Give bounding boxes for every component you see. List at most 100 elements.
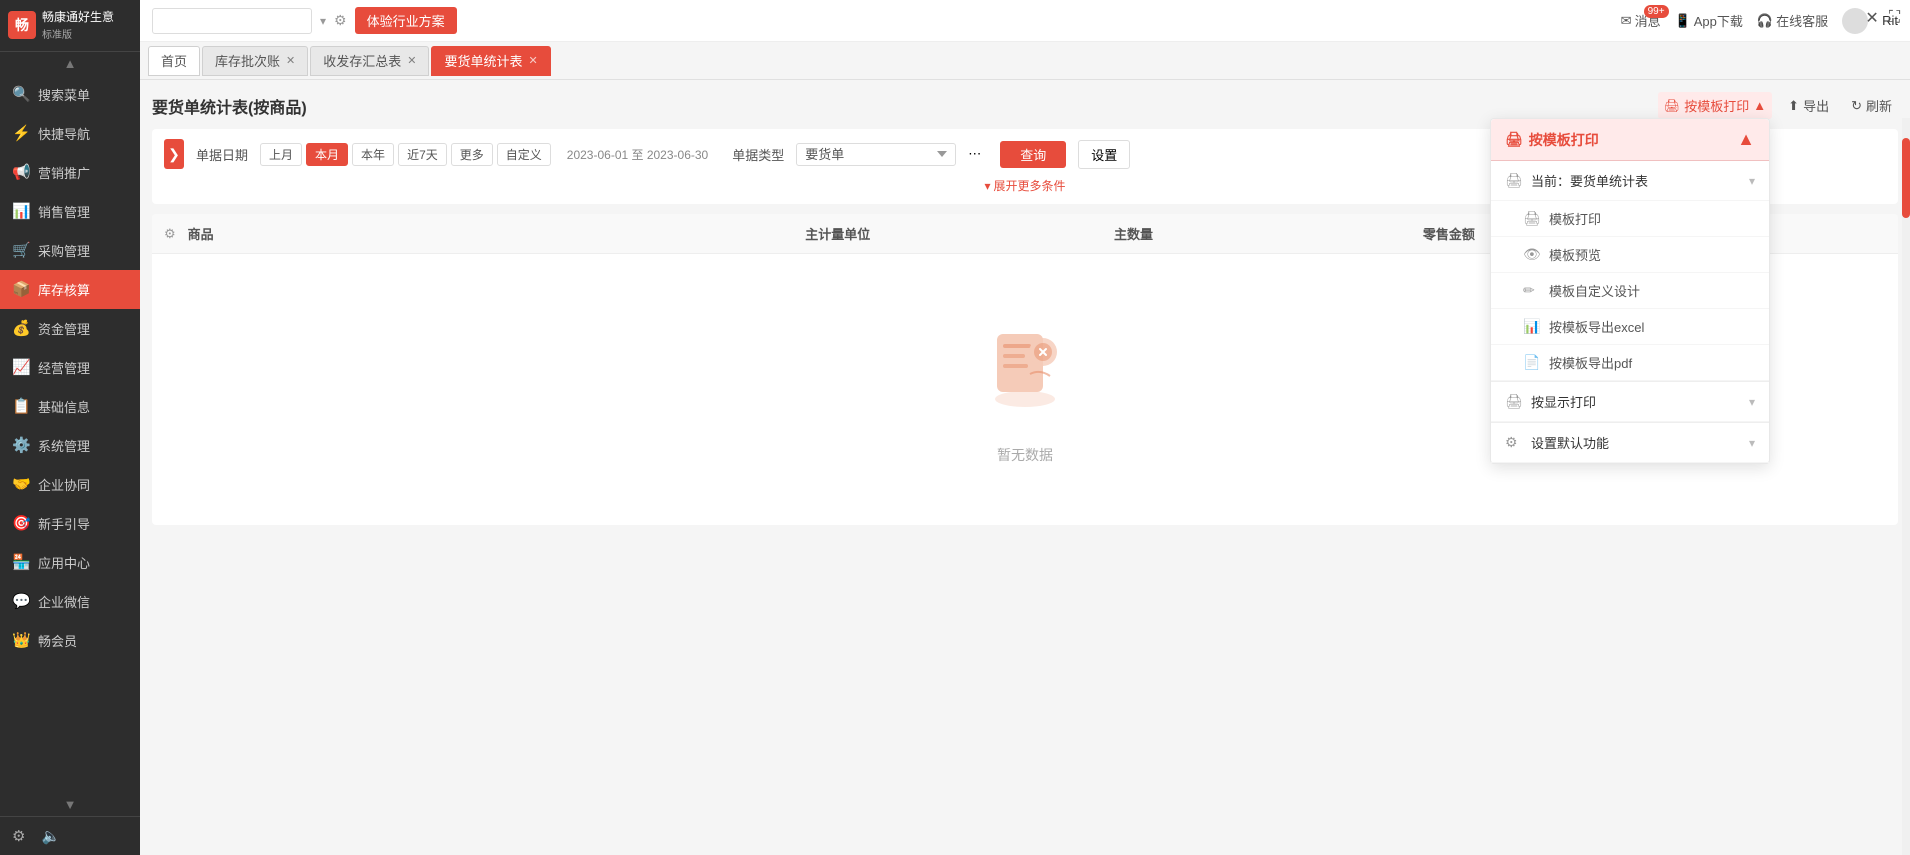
current-template-chevron: ▾ [1749, 174, 1755, 188]
sidebar-item-5[interactable]: 📦库存核算 [0, 270, 140, 309]
sidebar-icon-3: 📊 [12, 202, 30, 220]
sidebar-item-3[interactable]: 📊销售管理 [0, 192, 140, 231]
date-btn-last-month[interactable]: 上月 [260, 143, 302, 166]
date-btn-custom[interactable]: 自定义 [497, 143, 551, 166]
template-design-icon: ✏ [1523, 282, 1539, 299]
sidebar-item-2[interactable]: 📢营销推广 [0, 153, 140, 192]
app-download-btn[interactable]: 📱 App下载 [1675, 11, 1743, 30]
sidebar-label-4: 采购管理 [38, 241, 90, 260]
dropdown-close-btn[interactable]: ▲ [1737, 129, 1755, 150]
filter-collapse-btn[interactable]: ❯ [164, 139, 184, 169]
sidebar-item-6[interactable]: 💰资金管理 [0, 309, 140, 348]
page-actions: 🖨 按模板打印 ▲ ⬆ 导出 ↻ 刷新 [1658, 92, 1898, 119]
sidebar-item-7[interactable]: 📈经营管理 [0, 348, 140, 387]
tab-order-stats-label: 要货单统计表 [444, 51, 522, 70]
sidebar-item-1[interactable]: ⚡快捷导航 [0, 114, 140, 153]
sidebar-item-12[interactable]: 🏪应用中心 [0, 543, 140, 582]
refresh-btn[interactable]: ↻ 刷新 [1845, 92, 1898, 119]
table-settings-icon[interactable]: ⚙ [164, 226, 176, 242]
display-print-chevron: ▾ [1749, 395, 1755, 409]
topbar-gear-icon[interactable]: ⚙ [334, 12, 347, 29]
sidebar-label-12: 应用中心 [38, 553, 90, 572]
date-btn-this-year[interactable]: 本年 [352, 143, 394, 166]
sidebar-bottom: ⚙ 🔈 [0, 816, 140, 855]
dropdown-item-print[interactable]: 🖨 模板打印 [1491, 201, 1769, 237]
date-btn-more[interactable]: 更多 [451, 143, 493, 166]
dropdown-item-excel[interactable]: 📊 按模板导出excel [1491, 309, 1769, 345]
experience-btn[interactable]: 体验行业方案 [355, 7, 457, 34]
page-content: 要货单统计表(按商品) 🖨 按模板打印 ▲ ⬆ 导出 ↻ 刷新 [140, 80, 1910, 855]
dropdown-current-label: 当前：要货单统计表 [1531, 171, 1739, 190]
date-btn-7days[interactable]: 近7天 [398, 143, 447, 166]
sidebar-icon-6: 💰 [12, 319, 30, 337]
search-chevron-icon[interactable]: ▾ [320, 14, 326, 28]
col-header-unit: 主计量单位 [805, 224, 1114, 243]
tab-inventory-batch[interactable]: 库存批次账 ✕ [202, 46, 308, 76]
type-select[interactable]: 要货单 [796, 143, 956, 166]
sidebar-item-8[interactable]: 📋基础信息 [0, 387, 140, 426]
expand-more-btn[interactable]: ▾ 展开更多条件 [984, 177, 1065, 194]
page-header: 要货单统计表(按商品) 🖨 按模板打印 ▲ ⬆ 导出 ↻ 刷新 [152, 92, 1898, 119]
sidebar-item-10[interactable]: 🤝企业协同 [0, 465, 140, 504]
sidebar-icon-10: 🤝 [12, 475, 30, 493]
sidebar-icon-9: ⚙️ [12, 436, 30, 454]
template-excel-icon: 📊 [1523, 318, 1539, 335]
audio-icon[interactable]: 🔈 [41, 827, 60, 845]
dropdown-item-design[interactable]: ✏ 模板自定义设计 [1491, 273, 1769, 309]
query-btn[interactable]: 查询 [1000, 141, 1066, 168]
col-header-qty: 主数量 [1114, 224, 1423, 243]
message-badge: 99+ [1644, 5, 1669, 18]
tab-receipt-summary-close[interactable]: ✕ [407, 54, 416, 67]
sidebar-icon-11: 🎯 [12, 514, 30, 532]
dropdown-item-current[interactable]: 🖨 当前：要货单统计表 ▾ [1491, 161, 1769, 201]
template-print-icon: 🖨 [1523, 210, 1539, 227]
window-close-btn[interactable]: ✕ [1865, 8, 1878, 28]
main-area: ▾ ⚙ 体验行业方案 ✉ 消息 99+ 📱 App下载 🎧 在线客服 Rit 首… [140, 0, 1910, 855]
settings-filter-btn[interactable]: 设置 [1078, 140, 1130, 169]
sidebar-item-4[interactable]: 🛒采购管理 [0, 231, 140, 270]
window-maximize-btn[interactable]: ⛶ [1889, 9, 1900, 27]
message-btn[interactable]: ✉ 消息 99+ [1621, 11, 1661, 30]
refresh-label: 刷新 [1866, 96, 1892, 115]
sidebar-item-11[interactable]: 🎯新手引导 [0, 504, 140, 543]
tab-order-stats[interactable]: 要货单统计表 ✕ [431, 46, 550, 76]
dropdown-item-preview[interactable]: 👁 模板预览 [1491, 237, 1769, 273]
online-service-btn[interactable]: 🎧 在线客服 [1757, 11, 1828, 30]
app-download-icon: 📱 [1675, 13, 1691, 29]
sidebar-item-0[interactable]: 🔍搜索菜单 [0, 75, 140, 114]
date-btn-this-month[interactable]: 本月 [306, 143, 348, 166]
sidebar-icon-13: 💬 [12, 592, 30, 610]
sidebar-item-9[interactable]: ⚙️ 系统管理 [0, 426, 140, 465]
sidebar-item-14[interactable]: 👑 畅会员 [0, 621, 140, 660]
settings-icon[interactable]: ⚙ [12, 827, 25, 845]
dropdown-item-default[interactable]: ⚙ 设置默认功能 ▾ [1491, 423, 1769, 463]
sidebar: 畅 畅康通好生意 标准版 ▲ 🔍搜索菜单⚡快捷导航📢营销推广📊销售管理🛒采购管理… [0, 0, 140, 855]
print-template-btn[interactable]: 🖨 按模板打印 ▲ [1658, 92, 1772, 119]
display-print-icon: 🖨 [1505, 393, 1521, 410]
more-options-icon[interactable]: ⋯ [968, 146, 988, 162]
export-btn[interactable]: ⬆ 导出 [1782, 92, 1835, 119]
dropdown-item-pdf[interactable]: 📄 按模板导出pdf [1491, 345, 1769, 381]
template-preview-icon: 👁 [1523, 246, 1539, 263]
tab-receipt-summary[interactable]: 收发存汇总表 ✕ [310, 46, 429, 76]
current-template-icon: 🖨 [1505, 172, 1521, 189]
tab-inventory-batch-close[interactable]: ✕ [286, 54, 295, 67]
sidebar-label-14: 畅会员 [38, 631, 77, 650]
sidebar-icon-0: 🔍 [12, 85, 30, 103]
sidebar-scroll-up[interactable]: ▲ [0, 52, 140, 75]
sidebar-icon-14: 👑 [12, 631, 30, 649]
template-pdf-label: 按模板导出pdf [1549, 353, 1632, 372]
sidebar-scroll-down[interactable]: ▼ [0, 793, 140, 816]
search-input[interactable] [152, 8, 312, 34]
tab-order-stats-close[interactable]: ✕ [529, 54, 538, 67]
export-icon: ⬆ [1788, 98, 1799, 114]
sidebar-label-9: 系统管理 [38, 436, 90, 455]
right-scrollbar[interactable] [1902, 118, 1910, 855]
print-template-dropdown-panel: 🖨 按模板打印 ▲ 🖨 当前：要货单统计表 ▾ 🖨 模板打印 👁 模板预览 ✏ [1490, 118, 1770, 464]
print-template-dropdown: 🖨 按模板打印 ▲ [1658, 92, 1772, 119]
sidebar-item-13[interactable]: 💬企业微信 [0, 582, 140, 621]
template-excel-label: 按模板导出excel [1549, 317, 1644, 336]
dropdown-item-display-print[interactable]: 🖨 按显示打印 ▾ [1491, 382, 1769, 422]
export-label: 导出 [1803, 96, 1829, 115]
tab-home[interactable]: 首页 [148, 46, 200, 76]
